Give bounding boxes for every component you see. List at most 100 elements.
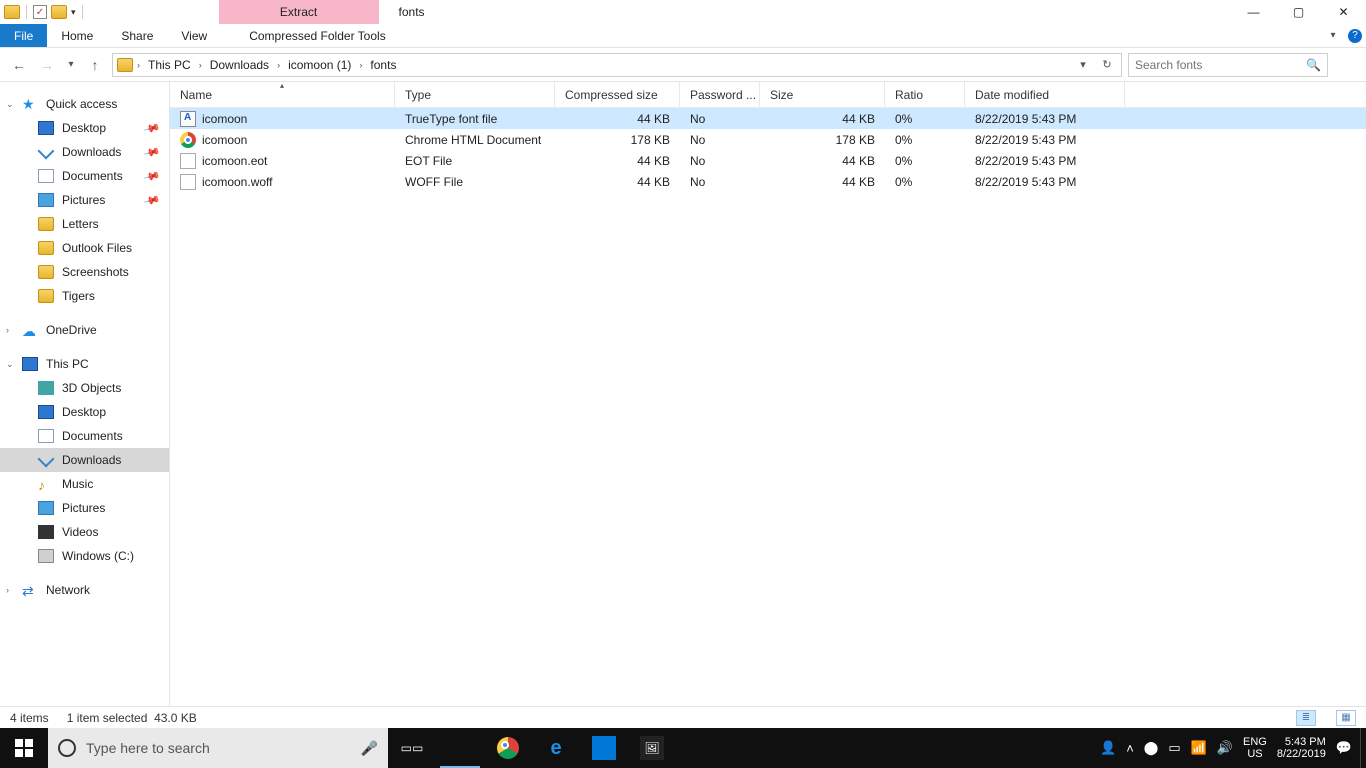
ribbon-tab-share[interactable]: Share — [107, 24, 167, 47]
nav-item[interactable]: Pictures📌 — [0, 188, 169, 212]
tray-volume-icon[interactable]: 🔊 — [1217, 740, 1233, 756]
file-row[interactable]: icomoonTrueType font file44 KBNo44 KB0%8… — [170, 108, 1366, 129]
breadcrumb[interactable]: fonts — [366, 58, 400, 72]
ribbon-context-tool[interactable]: Compressed Folder Tools — [235, 24, 400, 47]
taskbar-app-file-explorer[interactable] — [436, 728, 484, 768]
clock[interactable]: 5:43 PM 8/22/2019 — [1277, 736, 1326, 760]
nav-onedrive[interactable]: › ☁ OneDrive — [0, 318, 169, 342]
ribbon-context-tab[interactable]: Extract — [219, 0, 379, 24]
drive-icon — [38, 549, 54, 563]
ribbon-tab-home[interactable]: Home — [47, 24, 107, 47]
file-row[interactable]: icomoonChrome HTML Document178 KBNo178 K… — [170, 129, 1366, 150]
refresh-button[interactable]: ↻ — [1097, 58, 1117, 71]
nav-item[interactable]: 3D Objects — [0, 376, 169, 400]
status-bar: 4 items 1 item selected 43.0 KB ≣ ▦ — [0, 706, 1366, 728]
language-indicator[interactable]: ENG US — [1243, 736, 1267, 760]
people-icon[interactable]: 👤 — [1100, 740, 1116, 756]
tray-wifi-icon[interactable]: 📶 — [1191, 740, 1207, 756]
nav-item[interactable]: Documents — [0, 424, 169, 448]
taskbar-app-chrome[interactable] — [484, 728, 532, 768]
qat-properties-icon[interactable]: ✓ — [33, 5, 47, 19]
column-header-size[interactable]: Size — [760, 82, 885, 107]
action-center-icon[interactable]: 💬 — [1336, 740, 1352, 756]
address-bar[interactable]: › This PC › Downloads › icomoon (1) › fo… — [112, 53, 1122, 77]
help-button[interactable]: ? — [1344, 24, 1366, 47]
qat-newfolder-icon[interactable] — [51, 5, 67, 19]
chevron-down-icon[interactable]: ⌄ — [6, 359, 14, 370]
nav-item[interactable]: Screenshots — [0, 260, 169, 284]
folder-icon — [38, 265, 54, 279]
file-list-area: Name ▴ Type Compressed size Password ...… — [170, 82, 1366, 706]
nav-item[interactable]: Windows (C:) — [0, 544, 169, 568]
nav-item[interactable]: Documents📌 — [0, 164, 169, 188]
nav-item[interactable]: Downloads — [0, 448, 169, 472]
maximize-button[interactable]: ▢ — [1276, 0, 1321, 24]
nav-item[interactable]: Downloads📌 — [0, 140, 169, 164]
search-box[interactable]: 🔍 — [1128, 53, 1328, 77]
details-view-button[interactable]: ≣ — [1296, 710, 1316, 726]
cloud-icon: ☁ — [22, 323, 38, 337]
start-button[interactable] — [0, 728, 48, 768]
search-input[interactable] — [1135, 58, 1306, 72]
column-header-compressed-size[interactable]: Compressed size — [555, 82, 680, 107]
chevron-right-icon[interactable]: › — [6, 585, 9, 595]
taskbar-app-edge[interactable]: e — [532, 728, 580, 768]
recent-locations-button[interactable]: ▾ — [64, 54, 78, 76]
nav-item[interactable]: Videos — [0, 520, 169, 544]
chevron-down-icon[interactable]: ⌄ — [6, 99, 14, 110]
nav-quick-access[interactable]: ⌄ ★ Quick access — [0, 92, 169, 116]
nav-item[interactable]: Outlook Files — [0, 236, 169, 260]
nav-item[interactable]: Tigers — [0, 284, 169, 308]
task-view-button[interactable]: ▭▭ — [388, 728, 436, 768]
nav-item[interactable]: Desktop📌 — [0, 116, 169, 140]
nav-item-label: Screenshots — [62, 265, 129, 279]
column-header-ratio[interactable]: Ratio — [885, 82, 965, 107]
qat-customize-caret[interactable]: ▾ — [71, 7, 76, 18]
breadcrumb[interactable]: Downloads — [206, 58, 273, 72]
large-icons-view-button[interactable]: ▦ — [1336, 710, 1356, 726]
show-desktop-button[interactable] — [1360, 728, 1366, 768]
chevron-right-icon[interactable]: › — [6, 325, 9, 335]
minimize-button[interactable]: — — [1231, 0, 1276, 24]
ribbon-tab-view[interactable]: View — [167, 24, 221, 47]
back-button[interactable]: ← — [8, 54, 30, 76]
column-header-name[interactable]: Name ▴ — [170, 82, 395, 107]
file-size: 178 KB — [760, 133, 885, 147]
nav-this-pc[interactable]: ⌄ This PC — [0, 352, 169, 376]
microphone-icon[interactable]: 🎤 — [361, 740, 378, 757]
column-header-date[interactable]: Date modified — [965, 82, 1125, 107]
breadcrumb-sep[interactable]: › — [277, 60, 280, 70]
close-button[interactable]: ✕ — [1321, 0, 1366, 24]
breadcrumb-sep[interactable]: › — [199, 60, 202, 70]
nav-item[interactable]: Letters — [0, 212, 169, 236]
ribbon-file-tab[interactable]: File — [0, 24, 47, 47]
file-compressed-size: 44 KB — [555, 154, 680, 168]
breadcrumb-sep[interactable]: › — [359, 60, 362, 70]
ribbon-collapse-button[interactable]: ▾ — [1322, 24, 1344, 47]
address-dropdown-button[interactable]: ▾ — [1073, 58, 1093, 71]
taskbar-search[interactable]: Type here to search 🎤 — [48, 728, 388, 768]
file-row[interactable]: icomoon.eotEOT File44 KBNo44 KB0%8/22/20… — [170, 150, 1366, 171]
column-header-password[interactable]: Password ... — [680, 82, 760, 107]
breadcrumb[interactable]: icomoon (1) — [284, 58, 355, 72]
file-type-icon — [180, 132, 196, 148]
taskbar-app-settings[interactable] — [580, 728, 628, 768]
nav-item[interactable]: Pictures — [0, 496, 169, 520]
nav-item[interactable]: Desktop — [0, 400, 169, 424]
tray-overflow-icon[interactable]: ˄ — [1126, 741, 1134, 756]
file-row[interactable]: icomoon.woffWOFF File44 KBNo44 KB0%8/22/… — [170, 171, 1366, 192]
search-icon[interactable]: 🔍 — [1306, 58, 1321, 72]
tray-battery-icon[interactable]: ▭ — [1168, 740, 1180, 756]
breadcrumb-sep[interactable]: › — [137, 60, 140, 70]
obj3d-icon — [38, 381, 54, 395]
taskbar-app-photos[interactable]: 🖼 — [628, 728, 676, 768]
breadcrumb[interactable]: This PC — [144, 58, 195, 72]
up-button[interactable]: ↑ — [84, 54, 106, 76]
nav-item[interactable]: ♪Music — [0, 472, 169, 496]
sort-indicator-icon: ▴ — [280, 81, 284, 90]
forward-button[interactable]: → — [36, 54, 58, 76]
nav-network[interactable]: › ⇄ Network — [0, 578, 169, 602]
column-header-type[interactable]: Type — [395, 82, 555, 107]
tray-security-icon[interactable]: ⬤ — [1144, 740, 1159, 756]
file-type: EOT File — [395, 154, 555, 168]
